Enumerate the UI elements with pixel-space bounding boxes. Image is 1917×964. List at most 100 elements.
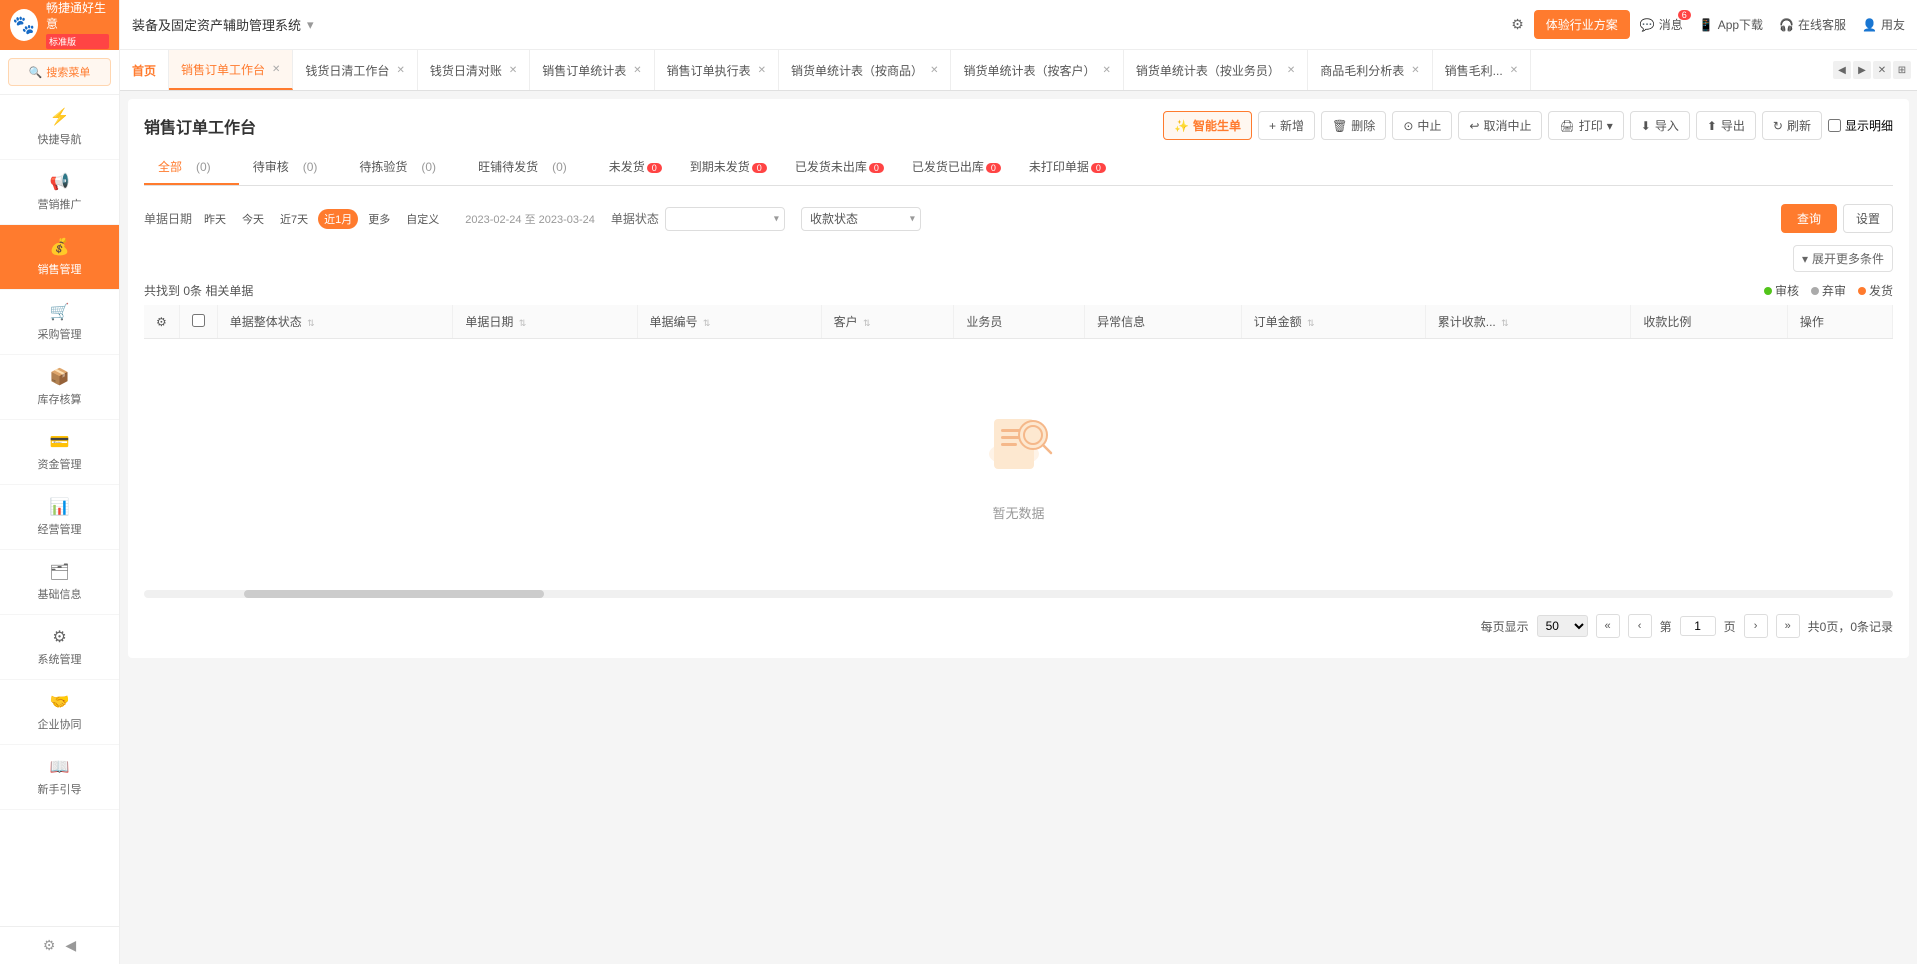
sidebar-item-quick-nav[interactable]: ⚡ 快捷导航 [0, 95, 119, 160]
tab-close-daily-clearance[interactable]: ✕ [396, 65, 404, 76]
sidebar-item-finance[interactable]: 💳 资金管理 [0, 420, 119, 485]
page-prev-button[interactable]: ‹ [1628, 614, 1652, 638]
user-area[interactable]: 👤 用友 [1862, 16, 1905, 33]
tab-goods-stats[interactable]: 销货单统计表（按商品） ✕ [779, 50, 951, 90]
online-service-area[interactable]: 🎧 在线客服 [1779, 16, 1846, 33]
stop-button[interactable]: ⊙ 中止 [1392, 111, 1452, 140]
smart-generate-button[interactable]: ✨ 智能生单 [1163, 111, 1252, 140]
tab-scroll-left[interactable]: ◀ [1833, 61, 1851, 79]
payment-select[interactable]: 收款状态 [801, 207, 921, 231]
scrollbar-thumb[interactable] [244, 590, 544, 598]
refresh-button[interactable]: ↻ 刷新 [1762, 111, 1822, 140]
sort-icon-date[interactable]: ⇅ [519, 318, 527, 328]
date-opt-custom[interactable]: 自定义 [400, 209, 445, 229]
tab-close-sales-stats[interactable]: ✕ [633, 65, 641, 76]
sort-icon-status[interactable]: ⇅ [307, 318, 315, 328]
tab-sales-workbench[interactable]: 销售订单工作台 ✕ [169, 50, 293, 90]
col-operation: 操作 [1787, 305, 1892, 339]
tab-home[interactable]: 首页 [120, 50, 169, 90]
date-opt-1month[interactable]: 近1月 [318, 209, 358, 229]
tab-daily-reconciliation[interactable]: 钱货日清对账 ✕ [418, 50, 530, 90]
sort-icon-collected[interactable]: ⇅ [1501, 318, 1509, 328]
sort-icon-number[interactable]: ⇅ [703, 318, 711, 328]
settings-bottom-icon[interactable]: ⚙ [43, 937, 56, 954]
print-button[interactable]: 🖨 打印 ▾ [1548, 111, 1623, 140]
date-opt-yesterday[interactable]: 昨天 [198, 209, 232, 229]
sub-tab-shipped-not-out[interactable]: 已发货未出库0 [781, 150, 898, 185]
audit-op[interactable]: 审核 [1764, 282, 1799, 299]
show-detail-label[interactable]: 显示明细 [1828, 117, 1893, 134]
sidebar-item-guide[interactable]: 📖 新手引导 [0, 745, 119, 810]
tab-close-customer-stats[interactable]: ✕ [1102, 65, 1110, 76]
status-select[interactable] [665, 207, 785, 231]
tab-close-sales-exec[interactable]: ✕ [758, 65, 766, 76]
tab-expand[interactable]: ⊞ [1893, 61, 1911, 79]
page-first-button[interactable]: « [1596, 614, 1620, 638]
set-button[interactable]: 设置 [1843, 204, 1893, 233]
sub-tab-not-shipped[interactable]: 未发货0 [595, 150, 676, 185]
sidebar-item-purchase[interactable]: 🛒 采购管理 [0, 290, 119, 355]
tab-sales-margin[interactable]: 销售毛利... ✕ [1433, 50, 1531, 90]
date-opt-today[interactable]: 今天 [236, 209, 270, 229]
search-menu-button[interactable]: 🔍 搜索菜单 [8, 58, 111, 86]
per-page-select[interactable]: 50 10 20 100 [1537, 615, 1588, 637]
tab-salesman-stats[interactable]: 销货单统计表（按业务员） ✕ [1124, 50, 1308, 90]
tab-sales-stats[interactable]: 销售订单统计表 ✕ [530, 50, 654, 90]
horizontal-scrollbar[interactable] [144, 590, 1893, 598]
sub-tab-overdue[interactable]: 到期未发货0 [676, 150, 781, 185]
tab-close-goods-stats[interactable]: ✕ [930, 65, 938, 76]
sidebar-item-sales[interactable]: 💰 销售管理 [0, 225, 119, 290]
app-download-area[interactable]: 📱 App下载 [1699, 16, 1763, 33]
tab-close-sales-margin[interactable]: ✕ [1510, 65, 1518, 76]
tab-customer-stats[interactable]: 销货单统计表（按客户） ✕ [951, 50, 1123, 90]
sort-icon-amount[interactable]: ⇅ [1307, 318, 1315, 328]
tab-close-salesman-stats[interactable]: ✕ [1287, 65, 1295, 76]
sidebar-item-operations[interactable]: 📊 经营管理 [0, 485, 119, 550]
page-next-button[interactable]: › [1744, 614, 1768, 638]
import-button[interactable]: ⬇ 导入 [1630, 111, 1690, 140]
sidebar-item-basic-info[interactable]: 🗂 基础信息 [0, 550, 119, 615]
export-button[interactable]: ⬆ 导出 [1696, 111, 1756, 140]
ship-op[interactable]: 发货 [1858, 282, 1893, 299]
collapse-icon[interactable]: ◀ [65, 937, 76, 954]
tab-close-daily-reconciliation[interactable]: ✕ [509, 65, 517, 76]
tab-close-sales-workbench[interactable]: ✕ [272, 64, 280, 75]
sidebar-item-system[interactable]: ⚙ 系统管理 [0, 615, 119, 680]
page-input[interactable] [1680, 616, 1716, 636]
delete-button[interactable]: 🗑 删除 [1321, 111, 1386, 140]
sub-tab-shipped-out[interactable]: 已发货已出库0 [898, 150, 1015, 185]
sort-icon-customer[interactable]: ⇅ [863, 318, 871, 328]
show-detail-checkbox[interactable] [1828, 119, 1841, 132]
sidebar-item-inventory[interactable]: 📦 库存核算 [0, 355, 119, 420]
page-last-button[interactable]: » [1776, 614, 1800, 638]
sidebar-item-marketing[interactable]: 📢 营销推广 [0, 160, 119, 225]
col-checkbox[interactable] [179, 305, 217, 339]
data-table: ⚙ 单据整体状态 ⇅ 单据日期 ⇅ 单据编号 [144, 305, 1893, 339]
sub-tab-pending-inspect[interactable]: 待拣验货(0) [345, 150, 464, 185]
sub-tab-not-printed[interactable]: 未打印单据0 [1015, 150, 1120, 185]
query-button[interactable]: 查询 [1781, 204, 1837, 233]
date-opt-7days[interactable]: 近7天 [274, 209, 314, 229]
add-button[interactable]: + 新增 [1258, 111, 1315, 140]
sub-tab-all[interactable]: 全部(0) [144, 150, 239, 185]
tab-daily-clearance[interactable]: 钱货日清工作台 ✕ [293, 50, 417, 90]
tab-close-margin-analysis[interactable]: ✕ [1411, 65, 1419, 76]
select-all-checkbox[interactable] [192, 314, 205, 327]
tab-scroll-right[interactable]: ▶ [1853, 61, 1871, 79]
cancel-stop-button[interactable]: ↩ 取消中止 [1458, 111, 1542, 140]
tab-close-all[interactable]: ✕ [1873, 61, 1891, 79]
date-opt-more[interactable]: 更多 [362, 209, 396, 229]
topbar-gear-icon[interactable]: ⚙ [1511, 16, 1524, 33]
tab-margin-analysis[interactable]: 商品毛利分析表 ✕ [1308, 50, 1432, 90]
sub-tab-wangpu-pending[interactable]: 旺铺待发货(0) [464, 150, 595, 185]
sidebar-search-area[interactable]: 🔍 搜索菜单 [0, 50, 119, 95]
industry-button[interactable]: 体验行业方案 [1534, 10, 1630, 39]
sub-tab-pending-audit[interactable]: 待审核(0) [239, 150, 346, 185]
col-setting[interactable]: ⚙ [144, 305, 179, 339]
sub-tab-wangpu-label: 旺铺待发货 [478, 160, 538, 174]
unaudit-op[interactable]: 弃审 [1811, 282, 1846, 299]
sidebar-item-enterprise[interactable]: 🤝 企业协同 [0, 680, 119, 745]
tab-sales-exec[interactable]: 销售订单执行表 ✕ [655, 50, 779, 90]
message-area[interactable]: 💬 消息 6 [1640, 16, 1683, 33]
expand-filter-button[interactable]: ▾ 展开更多条件 [1793, 245, 1893, 272]
